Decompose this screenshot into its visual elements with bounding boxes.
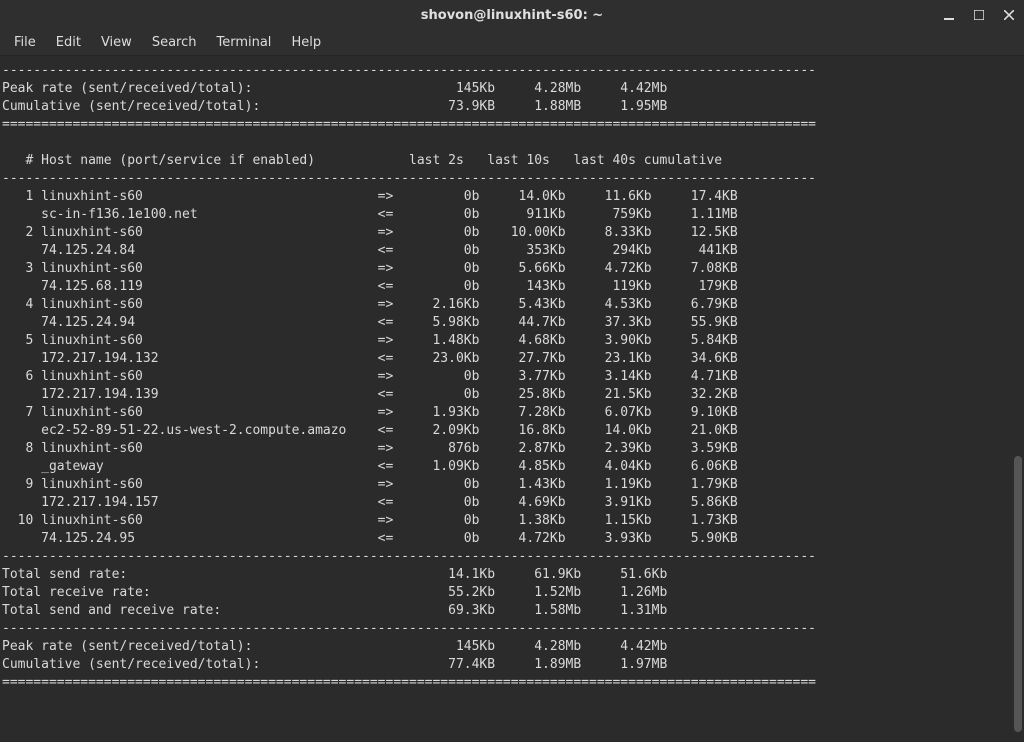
terminal-scrollbar[interactable] bbox=[1012, 56, 1024, 742]
cumulative-line: Cumulative (sent/received/total): 77.4KB… bbox=[2, 657, 667, 672]
host-row: 10 linuxhint-s60 => 0b 1.38Kb 1.15Kb 1.7… bbox=[2, 513, 738, 528]
host-row: 172.217.194.132 <= 23.0Kb 27.7Kb 23.1Kb … bbox=[2, 351, 738, 366]
maximize-button[interactable] bbox=[970, 6, 988, 24]
host-row: 8 linuxhint-s60 => 876b 2.87Kb 2.39Kb 3.… bbox=[2, 441, 738, 456]
host-row: sc-in-f136.1e100.net <= 0b 911Kb 759Kb 1… bbox=[2, 207, 738, 222]
divider-eq-line: ========================================… bbox=[2, 675, 816, 690]
host-row: 7 linuxhint-s60 => 1.93Kb 7.28Kb 6.07Kb … bbox=[2, 405, 738, 420]
host-row: 3 linuxhint-s60 => 0b 5.66Kb 4.72Kb 7.08… bbox=[2, 261, 738, 276]
terminal-output[interactable]: ----------------------------------------… bbox=[0, 56, 1024, 742]
host-row: 4 linuxhint-s60 => 2.16Kb 5.43Kb 4.53Kb … bbox=[2, 297, 738, 312]
host-row: 172.217.194.139 <= 0b 25.8Kb 21.5Kb 32.2… bbox=[2, 387, 738, 402]
host-row: 9 linuxhint-s60 => 0b 1.43Kb 1.19Kb 1.79… bbox=[2, 477, 738, 492]
menubar: File Edit View Search Terminal Help bbox=[0, 30, 1024, 56]
divider-line: ----------------------------------------… bbox=[2, 171, 816, 186]
host-row: _gateway <= 1.09Kb 4.85Kb 4.04Kb 6.06KB bbox=[2, 459, 738, 474]
total-receive-line: Total receive rate: 55.2Kb 1.52Mb 1.26Mb bbox=[2, 585, 667, 600]
host-row: 74.125.24.94 <= 5.98Kb 44.7Kb 37.3Kb 55.… bbox=[2, 315, 738, 330]
menu-help[interactable]: Help bbox=[281, 32, 331, 53]
host-row: 1 linuxhint-s60 => 0b 14.0Kb 11.6Kb 17.4… bbox=[2, 189, 738, 204]
close-button[interactable] bbox=[1000, 6, 1018, 24]
host-row: ec2-52-89-51-22.us-west-2.compute.amazo … bbox=[2, 423, 738, 438]
menu-edit[interactable]: Edit bbox=[46, 32, 91, 53]
host-row: 74.125.24.84 <= 0b 353Kb 294Kb 441KB bbox=[2, 243, 738, 258]
menu-view[interactable]: View bbox=[91, 32, 142, 53]
divider-eq-line: ========================================… bbox=[2, 117, 816, 132]
host-row: 172.217.194.157 <= 0b 4.69Kb 3.91Kb 5.86… bbox=[2, 495, 738, 510]
minimize-button[interactable] bbox=[940, 6, 958, 24]
divider-line: ----------------------------------------… bbox=[2, 549, 816, 564]
total-send-line: Total send rate: 14.1Kb 61.9Kb 51.6Kb bbox=[2, 567, 667, 582]
peak-rate-line: Peak rate (sent/received/total): 145Kb 4… bbox=[2, 81, 667, 96]
host-row: 6 linuxhint-s60 => 0b 3.77Kb 3.14Kb 4.71… bbox=[2, 369, 738, 384]
column-header-line: # Host name (port/service if enabled) la… bbox=[2, 153, 722, 168]
total-both-line: Total send and receive rate: 69.3Kb 1.58… bbox=[2, 603, 667, 618]
menu-search[interactable]: Search bbox=[142, 32, 207, 53]
peak-rate-line: Peak rate (sent/received/total): 145Kb 4… bbox=[2, 639, 667, 654]
host-row: 74.125.24.95 <= 0b 4.72Kb 3.93Kb 5.90KB bbox=[2, 531, 738, 546]
window-controls bbox=[940, 0, 1018, 30]
scrollbar-thumb[interactable] bbox=[1014, 456, 1022, 732]
host-row: 74.125.68.119 <= 0b 143Kb 119Kb 179KB bbox=[2, 279, 738, 294]
window-titlebar: shovon@linuxhint-s60: ~ bbox=[0, 0, 1024, 30]
host-row: 5 linuxhint-s60 => 1.48Kb 4.68Kb 3.90Kb … bbox=[2, 333, 738, 348]
divider-line: ----------------------------------------… bbox=[2, 63, 816, 78]
menu-terminal[interactable]: Terminal bbox=[206, 32, 281, 53]
host-row: 2 linuxhint-s60 => 0b 10.00Kb 8.33Kb 12.… bbox=[2, 225, 738, 240]
divider-line: ----------------------------------------… bbox=[2, 621, 816, 636]
menu-file[interactable]: File bbox=[4, 32, 46, 53]
cumulative-line: Cumulative (sent/received/total): 73.9KB… bbox=[2, 99, 667, 114]
window-title: shovon@linuxhint-s60: ~ bbox=[421, 8, 603, 23]
